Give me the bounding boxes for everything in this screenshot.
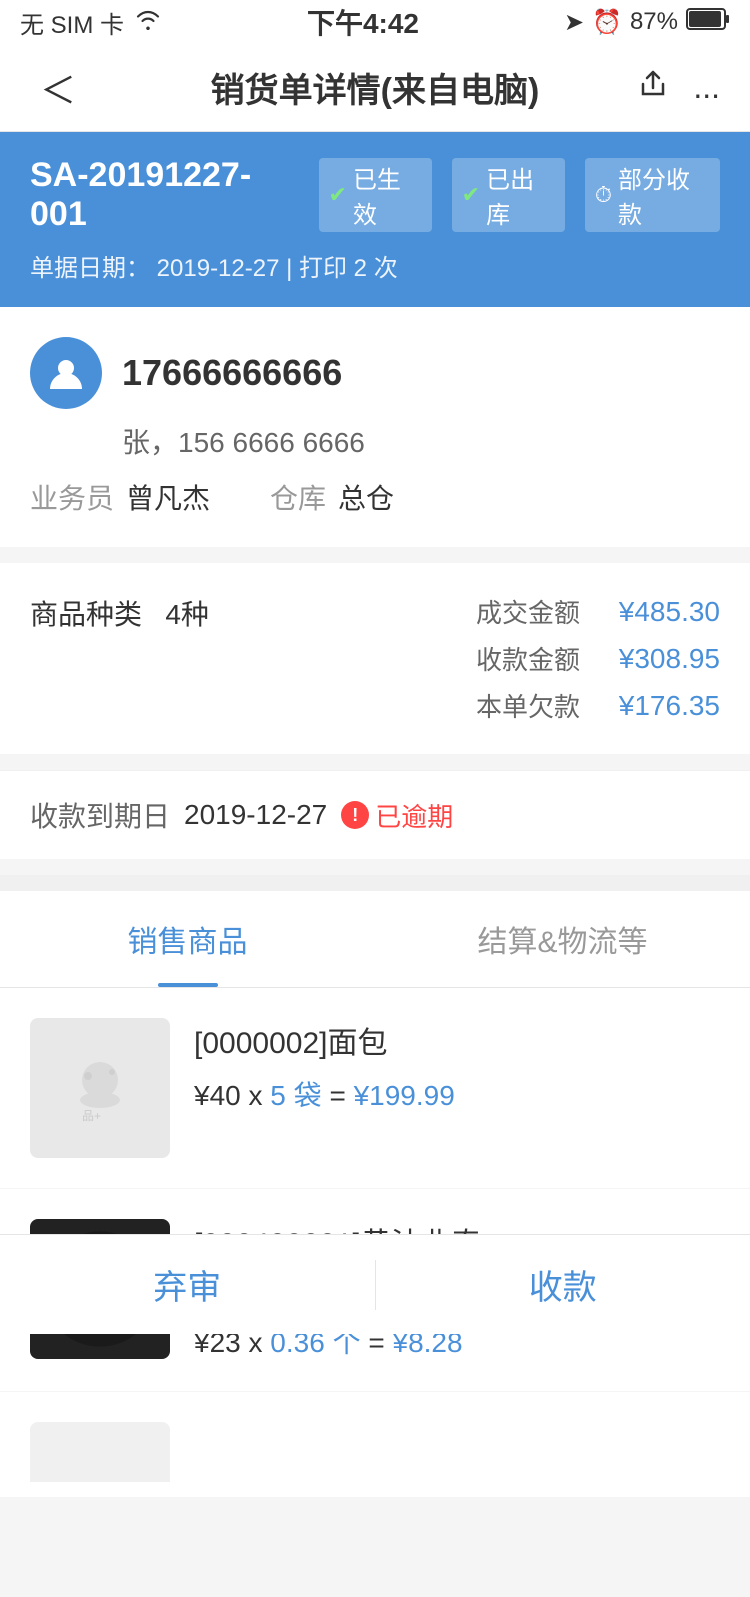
collect-payment-button[interactable]: 收款 bbox=[376, 1240, 750, 1329]
owed-row: 本单欠款 ¥176.35 bbox=[476, 687, 720, 724]
status-badge-active: ✔ 已生效 bbox=[319, 158, 432, 232]
product-x-1: x bbox=[249, 1080, 271, 1111]
product-name-1: [0000002]面包 bbox=[194, 1018, 720, 1062]
battery-icon bbox=[686, 8, 730, 37]
status-bar: 无 SIM 卡 下午4:42 ➤ ⏰ 87% bbox=[0, 0, 750, 44]
page-title: 销货单详情(来自电脑) bbox=[211, 63, 540, 112]
product-thumbnail-1: 品+ bbox=[30, 1018, 170, 1158]
product-unit-price-1: ¥40 bbox=[194, 1080, 241, 1111]
status-badge-partial: ⏱ 部分收款 bbox=[585, 158, 720, 232]
warehouse-value: 总仓 bbox=[338, 477, 394, 517]
product-total-1: ¥199.99 bbox=[354, 1080, 455, 1111]
status-bar-right: ➤ ⏰ 87% bbox=[564, 8, 730, 37]
battery-level: 87% bbox=[630, 8, 678, 36]
salesperson-value: 曾凡杰 bbox=[126, 477, 210, 517]
amount-label: 成交金额 bbox=[476, 593, 580, 630]
wifi-icon bbox=[134, 8, 162, 37]
overdue-icon: ! bbox=[341, 801, 369, 829]
warehouse-label: 仓库 bbox=[270, 477, 326, 517]
category-value: 4种 bbox=[165, 599, 209, 630]
product-qty-1: 5 bbox=[270, 1080, 286, 1111]
alarm-icon: ⏰ bbox=[592, 8, 622, 37]
order-banner-row2: 单据日期： 2019-12-27 | 打印 2 次 bbox=[30, 248, 720, 283]
tab-settlement-label: 结算&物流等 bbox=[477, 926, 647, 959]
product-details-1: [0000002]面包 ¥40 x 5 袋 = ¥199.99 bbox=[194, 1018, 720, 1158]
status-bar-time: 下午4:42 bbox=[307, 2, 419, 42]
location-icon: ➤ bbox=[564, 8, 584, 37]
order-banner-row1: SA-20191227-001 ✔ 已生效 ✔ 已出库 ⏱ 部分收款 bbox=[30, 156, 720, 234]
clock-icon: ⏱ bbox=[595, 182, 612, 208]
order-date-value: 2019-12-27 bbox=[157, 255, 280, 282]
customer-meta: 业务员 曾凡杰 仓库 总仓 bbox=[30, 477, 720, 517]
more-button[interactable]: ... bbox=[693, 69, 720, 106]
amount-value: ¥485.30 bbox=[600, 596, 720, 628]
financial-stats: 成交金额 ¥485.30 收款金额 ¥308.95 本单欠款 ¥176.35 bbox=[476, 593, 720, 724]
status-badge-shipped: ✔ 已出库 bbox=[452, 158, 565, 232]
cancel-review-button[interactable]: 弃审 bbox=[0, 1240, 375, 1329]
sim-indicator: 无 SIM 卡 bbox=[20, 5, 124, 40]
check-icon-1: ✔ bbox=[329, 182, 347, 208]
share-button[interactable] bbox=[637, 68, 669, 108]
overdue-badge: ! 已逾期 bbox=[341, 797, 453, 834]
svg-text:品+: 品+ bbox=[82, 1109, 101, 1123]
product-item: 品+ [0000002]面包 ¥40 x 5 袋 = ¥199.99 bbox=[0, 988, 750, 1189]
received-row: 收款金额 ¥308.95 bbox=[476, 640, 720, 677]
order-date-label: 单据日期： bbox=[30, 255, 150, 282]
customer-section: 17666666666 张，156 6666 6666 业务员 曾凡杰 仓库 总… bbox=[0, 307, 750, 547]
customer-row: 17666666666 bbox=[30, 337, 720, 409]
product-details-3-partial bbox=[194, 1422, 720, 1482]
overdue-label: 已逾期 bbox=[375, 797, 453, 834]
product-eq-1: = bbox=[329, 1080, 353, 1111]
avatar bbox=[30, 337, 102, 409]
received-label: 收款金额 bbox=[476, 640, 580, 677]
category-label: 商品种类 bbox=[30, 599, 142, 630]
tab-settlement[interactable]: 结算&物流等 bbox=[375, 891, 750, 987]
bottom-bar: 弃审 收款 bbox=[0, 1234, 750, 1334]
received-value: ¥308.95 bbox=[600, 643, 720, 675]
salesperson-item: 业务员 曾凡杰 bbox=[30, 477, 210, 517]
warehouse-item: 仓库 总仓 bbox=[270, 477, 394, 517]
status-bar-left: 无 SIM 卡 bbox=[20, 5, 162, 40]
stats-section: 商品种类 4种 成交金额 ¥485.30 收款金额 ¥308.95 本单欠款 ¥… bbox=[0, 563, 750, 754]
order-print-count: | 打印 2 次 bbox=[286, 255, 398, 282]
section-divider bbox=[0, 875, 750, 891]
due-section: 收款到期日 2019-12-27 ! 已逾期 bbox=[0, 770, 750, 859]
due-date-value: 2019-12-27 bbox=[184, 799, 327, 831]
product-thumbnail-3-partial bbox=[30, 1422, 170, 1482]
nav-bar: ＜ 销货单详情(来自电脑) ... bbox=[0, 44, 750, 132]
due-date-label: 收款到期日 bbox=[30, 795, 170, 835]
status-partial-label: 部分收款 bbox=[618, 160, 710, 230]
amount-row: 成交金额 ¥485.30 bbox=[476, 593, 720, 630]
content-scroll: SA-20191227-001 ✔ 已生效 ✔ 已出库 ⏱ 部分收款 单据日期：… bbox=[0, 132, 750, 1597]
status-active-label: 已生效 bbox=[353, 160, 422, 230]
nav-actions: ... bbox=[637, 68, 720, 108]
salesperson-label: 业务员 bbox=[30, 477, 114, 517]
category-info: 商品种类 4种 bbox=[30, 593, 209, 633]
back-button[interactable]: ＜ bbox=[30, 52, 86, 124]
tab-sales-products-label: 销售商品 bbox=[128, 926, 248, 959]
status-shipped-label: 已出库 bbox=[486, 160, 555, 230]
order-banner: SA-20191227-001 ✔ 已生效 ✔ 已出库 ⏱ 部分收款 单据日期：… bbox=[0, 132, 750, 307]
product-price-1: ¥40 x 5 袋 = ¥199.99 bbox=[194, 1074, 720, 1114]
owed-value: ¥176.35 bbox=[600, 690, 720, 722]
product-item-3-partial bbox=[0, 1392, 750, 1497]
order-id: SA-20191227-001 bbox=[30, 156, 299, 234]
tab-sales-products[interactable]: 销售商品 bbox=[0, 891, 375, 987]
product-unit-1: 袋 bbox=[294, 1080, 322, 1111]
check-icon-2: ✔ bbox=[462, 182, 480, 208]
owed-label: 本单欠款 bbox=[476, 687, 580, 724]
customer-phone: 17666666666 bbox=[122, 352, 342, 394]
customer-name-phone: 张，156 6666 6666 bbox=[30, 421, 720, 461]
tab-bar: 销售商品 结算&物流等 bbox=[0, 891, 750, 988]
